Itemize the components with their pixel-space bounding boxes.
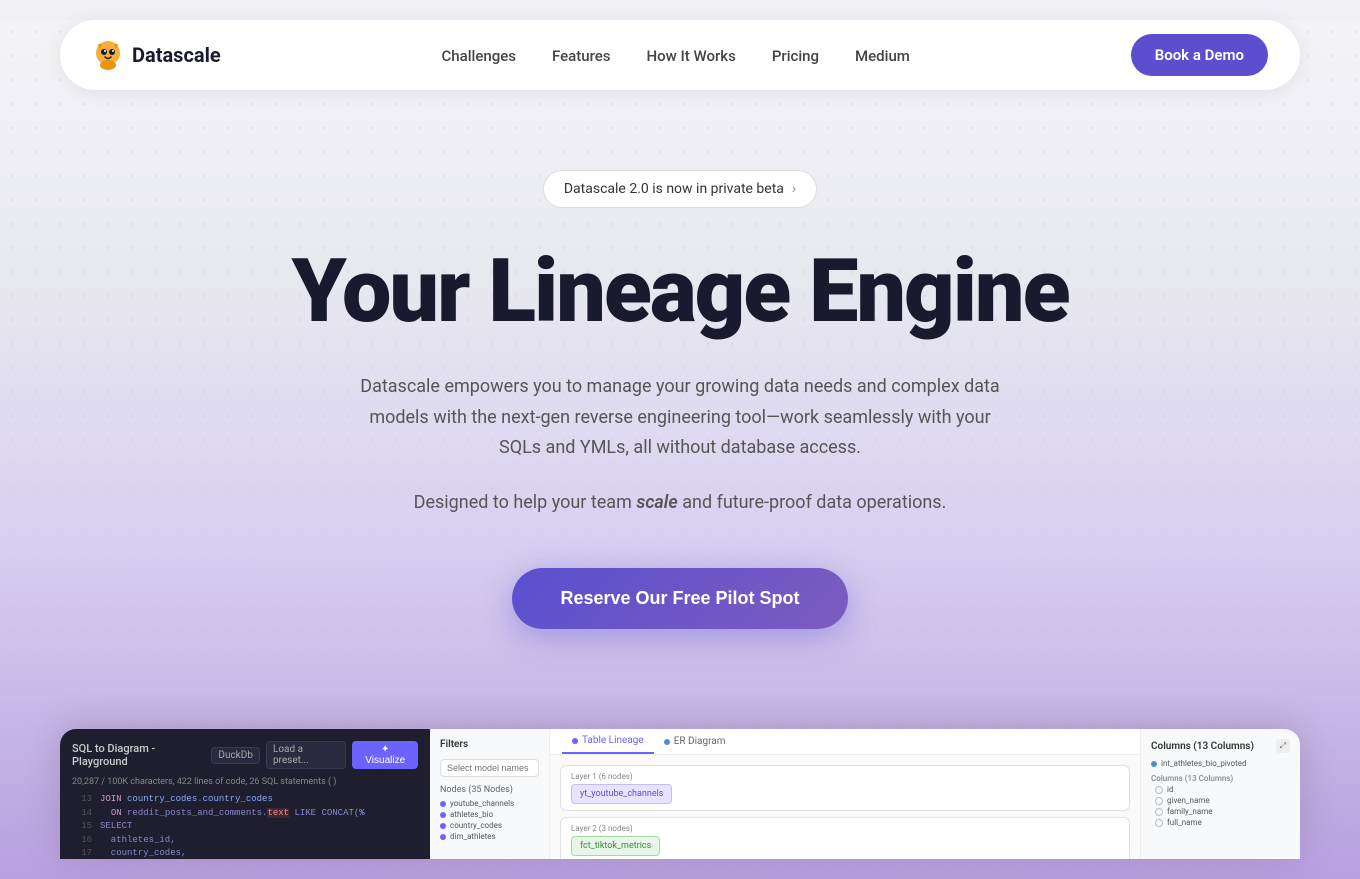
- col-family-name: family_name: [1151, 807, 1290, 816]
- filter-items-list: youtube_channels athletes_bio country_co…: [440, 799, 539, 841]
- nav-medium[interactable]: Medium: [855, 47, 910, 65]
- navbar: Datascale Challenges Features How It Wor…: [60, 20, 1300, 90]
- code-stats: 20,287 / 100K characters, 422 lines of c…: [72, 777, 418, 787]
- tab-table-lineage[interactable]: Table Lineage: [562, 729, 654, 754]
- panel-controls: DuckDb Load a preset... ✦ Visualize: [211, 741, 418, 769]
- beta-badge-text: Datascale 2.0 is now in private beta: [564, 181, 784, 197]
- visualize-button[interactable]: ✦ Visualize: [352, 741, 418, 769]
- hero-sub-text: Designed to help your team scale and fut…: [400, 488, 960, 519]
- preset-dropdown[interactable]: Load a preset...: [266, 741, 347, 769]
- nav-challenges[interactable]: Challenges: [441, 47, 516, 65]
- page-wrapper: Datascale Challenges Features How It Wor…: [0, 20, 1360, 879]
- beta-badge[interactable]: Datascale 2.0 is now in private beta ›: [543, 170, 817, 208]
- layer2-box: Layer 2 (3 nodes) fct_tiktok_metrics: [560, 817, 1130, 859]
- code-content: 13JOIN country_codes.country_codes 14 ON…: [72, 793, 418, 859]
- logo[interactable]: Datascale: [92, 39, 221, 71]
- tab-er-diagram[interactable]: ER Diagram: [654, 730, 736, 753]
- app-preview: SQL to Diagram - Playground DuckDb Load …: [60, 729, 1300, 859]
- legend-dot: [1151, 761, 1157, 767]
- col-full-name: full_name: [1151, 818, 1290, 827]
- logo-icon: [92, 39, 124, 71]
- chevron-right-icon: ›: [792, 181, 796, 197]
- nav-pricing[interactable]: Pricing: [772, 47, 819, 65]
- layer1-node: yt_youtube_channels: [571, 784, 672, 804]
- code-panel: SQL to Diagram - Playground DuckDb Load …: [60, 729, 430, 859]
- diagram-content: Layer 1 (6 nodes) yt_youtube_channels La…: [550, 755, 1140, 855]
- layer2-label: Layer 2 (3 nodes): [571, 824, 1119, 833]
- legend-item: int_athletes_bio_pivoted: [1151, 759, 1290, 768]
- diagram-area: Table Lineage ER Diagram Layer 1 (6 node…: [550, 729, 1140, 859]
- columns-list: Columns (13 Columns) id given_name famil…: [1151, 774, 1290, 827]
- filter-nodes-label: Nodes (35 Nodes): [440, 785, 539, 795]
- col-id: id: [1151, 785, 1290, 794]
- layer2-node: fct_tiktok_metrics: [571, 836, 660, 856]
- layer1-box: Layer 1 (6 nodes) yt_youtube_channels: [560, 765, 1130, 811]
- filter-title: Filters: [440, 739, 539, 750]
- columns-panel: Columns (13 Columns) ⤢ int_athletes_bio_…: [1140, 729, 1300, 859]
- expand-button[interactable]: ⤢: [1276, 739, 1290, 753]
- nav-features[interactable]: Features: [552, 47, 610, 65]
- reserve-pilot-button[interactable]: Reserve Our Free Pilot Spot: [512, 568, 847, 629]
- layer1-label: Layer 1 (6 nodes): [571, 772, 1119, 781]
- hero-description: Datascale empowers you to manage your gr…: [360, 372, 1000, 464]
- code-panel-header: SQL to Diagram - Playground DuckDb Load …: [72, 741, 418, 769]
- diagram-tabs: Table Lineage ER Diagram: [550, 729, 1140, 755]
- book-demo-button[interactable]: Book a Demo: [1131, 34, 1268, 76]
- nav-links: Challenges Features How It Works Pricing…: [441, 46, 909, 65]
- nav-how-it-works[interactable]: How It Works: [646, 47, 735, 65]
- col-given-name: given_name: [1151, 796, 1290, 805]
- hero-section: Datascale 2.0 is now in private beta › Y…: [0, 110, 1360, 729]
- hero-title: Your Lineage Engine: [20, 248, 1340, 336]
- logo-text: Datascale: [132, 43, 221, 67]
- filter-search-input[interactable]: [440, 759, 539, 777]
- app-preview-inner: SQL to Diagram - Playground DuckDb Load …: [60, 729, 1300, 859]
- duckdb-dropdown[interactable]: DuckDb: [211, 747, 260, 764]
- panel-title: SQL to Diagram - Playground: [72, 742, 211, 768]
- columns-title: Columns (13 Columns): [1151, 741, 1254, 752]
- filter-panel: Filters Nodes (35 Nodes) youtube_channel…: [430, 729, 550, 859]
- columns-header: Columns (13 Columns) ⤢: [1151, 739, 1290, 753]
